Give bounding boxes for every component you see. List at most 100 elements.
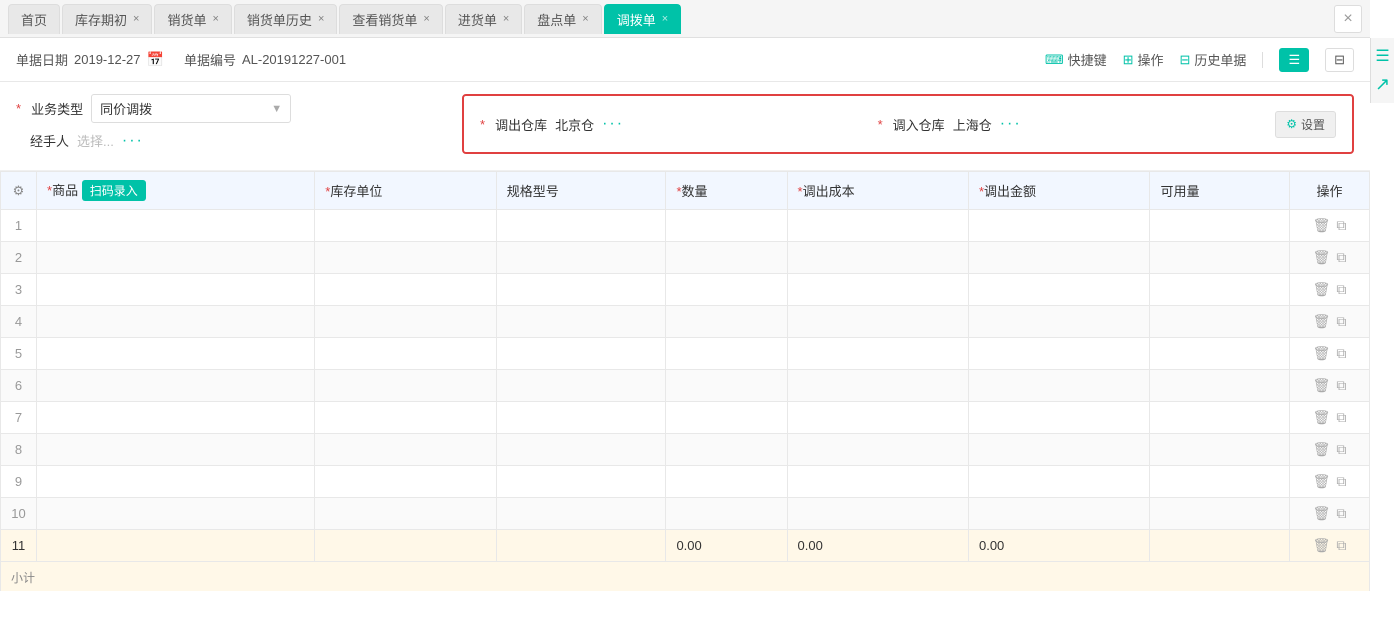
row-copy-icon-5[interactable]: ⧉ (1336, 345, 1346, 362)
tab-inventory-init[interactable]: 库存期初 × (62, 4, 152, 34)
tab-purchase-order[interactable]: 进货单 × (445, 4, 522, 34)
row-spec-5[interactable] (496, 338, 666, 370)
row-unit-5[interactable] (315, 338, 496, 370)
row-product-10[interactable] (37, 498, 315, 530)
row-qty-8[interactable] (666, 434, 787, 466)
row-unit-7[interactable] (315, 402, 496, 434)
layout-btn-1[interactable]: ☰ (1279, 48, 1309, 72)
tab-transfer-close[interactable]: × (662, 13, 668, 25)
row-delete-icon-7[interactable]: 🗑 (1313, 409, 1331, 426)
row-spec-10[interactable] (496, 498, 666, 530)
row-copy-icon-10[interactable]: ⧉ (1336, 505, 1346, 522)
sidebar-external-icon[interactable]: ↗ (1375, 74, 1390, 95)
row-amount-4[interactable] (968, 306, 1149, 338)
row-copy-icon-7[interactable]: ⧉ (1336, 409, 1346, 426)
row-qty-3[interactable] (666, 274, 787, 306)
row-delete-icon-3[interactable]: 🗑 (1313, 281, 1331, 298)
row-unit-8[interactable] (315, 434, 496, 466)
row-qty-10[interactable] (666, 498, 787, 530)
row-qty-6[interactable] (666, 370, 787, 402)
row-qty-2[interactable] (666, 242, 787, 274)
row-cost-4[interactable] (787, 306, 968, 338)
operation-action[interactable]: ⊞ 操作 (1123, 50, 1164, 69)
row-cost-5[interactable] (787, 338, 968, 370)
row-spec-2[interactable] (496, 242, 666, 274)
row-amount-3[interactable] (968, 274, 1149, 306)
row-qty-7[interactable] (666, 402, 787, 434)
tab-home[interactable]: 首页 (8, 4, 60, 34)
row-unit-10[interactable] (315, 498, 496, 530)
row-product-4[interactable] (37, 306, 315, 338)
row-unit-4[interactable] (315, 306, 496, 338)
row-unit-2[interactable] (315, 242, 496, 274)
subtotal-delete-icon[interactable]: 🗑 (1313, 537, 1331, 554)
row-amount-1[interactable] (968, 210, 1149, 242)
tab-purchase-order-close[interactable]: × (503, 13, 509, 25)
row-amount-6[interactable] (968, 370, 1149, 402)
row-product-7[interactable] (37, 402, 315, 434)
handler-input[interactable]: 选择... (77, 131, 114, 150)
window-close-button[interactable]: × (1334, 5, 1362, 33)
business-type-select[interactable]: 同价调拨 ▼ (91, 94, 291, 123)
row-delete-icon-8[interactable]: 🗑 (1313, 441, 1331, 458)
row-copy-icon-3[interactable]: ⧉ (1336, 281, 1346, 298)
tab-sales-order-close[interactable]: × (212, 13, 218, 25)
row-amount-10[interactable] (968, 498, 1149, 530)
row-spec-4[interactable] (496, 306, 666, 338)
shortcut-action[interactable]: ⌨ 快捷键 (1045, 50, 1107, 69)
row-delete-icon-2[interactable]: 🗑 (1313, 249, 1331, 266)
row-unit-9[interactable] (315, 466, 496, 498)
transfer-in-dots[interactable]: ··· (1000, 115, 1022, 133)
scan-btn[interactable]: 扫码录入 (82, 180, 146, 201)
tab-transfer[interactable]: 调拨单 × (604, 4, 681, 34)
row-unit-1[interactable] (315, 210, 496, 242)
row-qty-1[interactable] (666, 210, 787, 242)
transfer-out-dots[interactable]: ··· (602, 115, 624, 133)
tab-stocktake[interactable]: 盘点单 × (524, 4, 601, 34)
tab-stocktake-close[interactable]: × (582, 13, 588, 25)
sidebar-list-icon[interactable]: ☰ (1375, 46, 1389, 66)
table-gear-icon[interactable]: ⚙ (13, 183, 25, 198)
row-spec-9[interactable] (496, 466, 666, 498)
row-qty-5[interactable] (666, 338, 787, 370)
subtotal-copy-icon[interactable]: ⧉ (1336, 537, 1346, 554)
row-delete-icon-1[interactable]: 🗑 (1313, 217, 1331, 234)
history-action[interactable]: ⊟ 历史单据 (1180, 50, 1247, 69)
row-copy-icon-2[interactable]: ⧉ (1336, 249, 1346, 266)
row-copy-icon-8[interactable]: ⧉ (1336, 441, 1346, 458)
row-amount-2[interactable] (968, 242, 1149, 274)
tab-view-sales-close[interactable]: × (423, 13, 429, 25)
row-cost-6[interactable] (787, 370, 968, 402)
row-product-1[interactable] (37, 210, 315, 242)
row-unit-3[interactable] (315, 274, 496, 306)
handler-dots[interactable]: ··· (122, 132, 144, 150)
row-delete-icon-9[interactable]: 🗑 (1313, 473, 1331, 490)
row-cost-2[interactable] (787, 242, 968, 274)
row-product-2[interactable] (37, 242, 315, 274)
tab-inventory-init-close[interactable]: × (133, 13, 139, 25)
row-delete-icon-6[interactable]: 🗑 (1313, 377, 1331, 394)
row-spec-3[interactable] (496, 274, 666, 306)
tab-sales-history[interactable]: 销货单历史 × (234, 4, 337, 34)
tab-sales-order[interactable]: 销货单 × (154, 4, 231, 34)
warehouse-settings-btn[interactable]: ⚙ 设置 (1275, 111, 1336, 138)
tab-sales-history-close[interactable]: × (318, 13, 324, 25)
row-product-5[interactable] (37, 338, 315, 370)
row-product-9[interactable] (37, 466, 315, 498)
row-delete-icon-4[interactable]: 🗑 (1313, 313, 1331, 330)
row-spec-6[interactable] (496, 370, 666, 402)
row-cost-7[interactable] (787, 402, 968, 434)
row-spec-1[interactable] (496, 210, 666, 242)
row-product-8[interactable] (37, 434, 315, 466)
row-cost-9[interactable] (787, 466, 968, 498)
row-cost-3[interactable] (787, 274, 968, 306)
row-delete-icon-5[interactable]: 🗑 (1313, 345, 1331, 362)
row-amount-7[interactable] (968, 402, 1149, 434)
row-copy-icon-9[interactable]: ⧉ (1336, 473, 1346, 490)
row-spec-8[interactable] (496, 434, 666, 466)
row-copy-icon-1[interactable]: ⧉ (1336, 217, 1346, 234)
row-cost-1[interactable] (787, 210, 968, 242)
row-amount-9[interactable] (968, 466, 1149, 498)
row-product-6[interactable] (37, 370, 315, 402)
row-qty-4[interactable] (666, 306, 787, 338)
